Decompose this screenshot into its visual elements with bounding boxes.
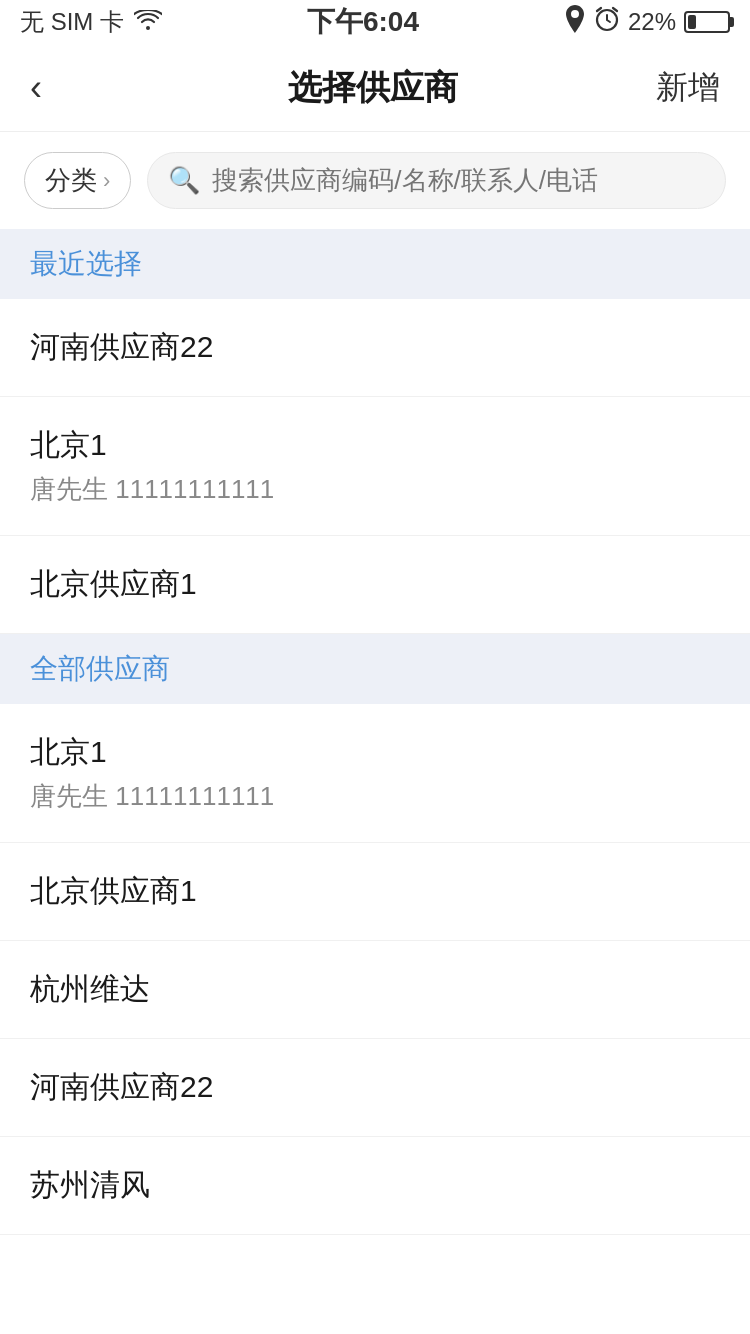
- list-item[interactable]: 北京1 唐先生 11111111111: [0, 704, 750, 843]
- chevron-right-icon: ›: [103, 168, 110, 194]
- category-label: 分类: [45, 163, 97, 198]
- back-button[interactable]: ‹: [30, 67, 90, 109]
- item-name: 苏州清风: [30, 1165, 720, 1206]
- wifi-icon: [134, 8, 162, 36]
- status-left: 无 SIM 卡: [20, 6, 162, 38]
- filter-bar: 分类 › 🔍: [0, 132, 750, 229]
- nav-bar: ‹ 选择供应商 新增: [0, 44, 750, 132]
- all-section-header: 全部供应商: [0, 634, 750, 704]
- list-item[interactable]: 苏州清风: [0, 1137, 750, 1235]
- location-icon: [564, 5, 586, 39]
- item-sub: 唐先生 11111111111: [30, 472, 720, 507]
- list-item[interactable]: 河南供应商22: [0, 1039, 750, 1137]
- item-name: 河南供应商22: [30, 327, 720, 368]
- category-button[interactable]: 分类 ›: [24, 152, 131, 209]
- item-name: 北京供应商1: [30, 871, 720, 912]
- item-name: 北京供应商1: [30, 564, 720, 605]
- list-item[interactable]: 河南供应商22: [0, 299, 750, 397]
- search-icon: 🔍: [168, 165, 200, 196]
- sim-label: 无 SIM 卡: [20, 6, 124, 38]
- search-box[interactable]: 🔍: [147, 152, 726, 209]
- recent-list: 河南供应商22 北京1 唐先生 11111111111 北京供应商1: [0, 299, 750, 634]
- status-right: 22%: [564, 5, 730, 39]
- status-time: 下午6:04: [307, 3, 419, 41]
- item-name: 北京1: [30, 732, 720, 773]
- item-name: 河南供应商22: [30, 1067, 720, 1108]
- item-name: 杭州维达: [30, 969, 720, 1010]
- add-button[interactable]: 新增: [656, 66, 720, 110]
- status-bar: 无 SIM 卡 下午6:04 22%: [0, 0, 750, 44]
- list-item[interactable]: 杭州维达: [0, 941, 750, 1039]
- list-item[interactable]: 北京供应商1: [0, 843, 750, 941]
- page-title: 选择供应商: [288, 65, 458, 111]
- all-list: 北京1 唐先生 11111111111 北京供应商1 杭州维达河南供应商22 苏州清风: [0, 704, 750, 1235]
- item-sub: 唐先生 11111111111: [30, 779, 720, 814]
- recent-section-header: 最近选择: [0, 229, 750, 299]
- alarm-icon: [594, 6, 620, 38]
- search-input[interactable]: [212, 165, 705, 196]
- list-item[interactable]: 北京供应商1: [0, 536, 750, 634]
- list-item[interactable]: 北京1 唐先生 11111111111: [0, 397, 750, 536]
- item-name: 北京1: [30, 425, 720, 466]
- battery-percent: 22%: [628, 8, 676, 36]
- battery-icon: [684, 11, 730, 33]
